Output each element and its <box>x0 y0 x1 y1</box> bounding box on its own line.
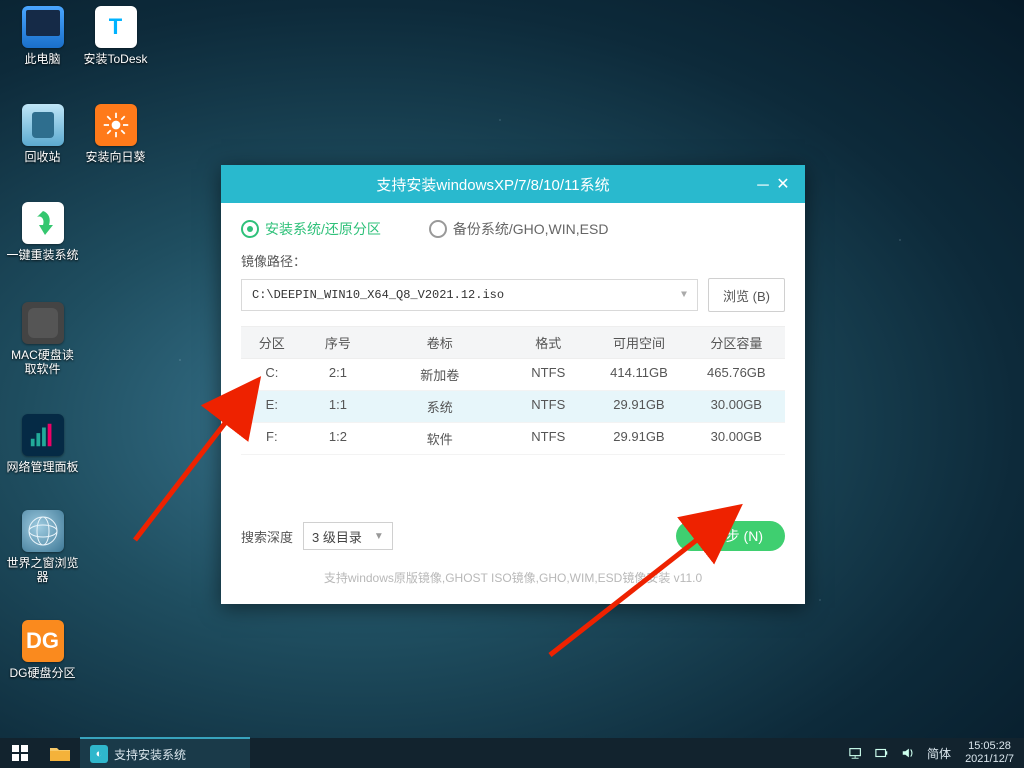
tray-ime-label[interactable]: 简体 <box>927 745 951 762</box>
search-depth-value: 3 级目录 <box>312 527 362 546</box>
tray-clock[interactable]: 15:05:28 2021/12/7 <box>963 740 1020 766</box>
tray-battery-icon[interactable] <box>875 746 889 760</box>
mode-backup-label: 备份系统/GHO,WIN,ESD <box>453 219 609 239</box>
recycle-bin-icon <box>22 104 64 146</box>
close-button[interactable]: ✕ <box>773 174 793 194</box>
table-cell: 软件 <box>373 423 506 454</box>
icon-label: 网络管理面板 <box>6 460 78 474</box>
table-cell: 2:1 <box>303 359 374 390</box>
chevron-down-icon: ▼ <box>374 531 384 542</box>
chevron-down-icon: ▼ <box>681 290 687 301</box>
table-cell: 465.76GB <box>688 359 785 390</box>
table-cell: NTFS <box>506 359 590 390</box>
minimize-button[interactable]: － <box>753 172 773 196</box>
table-cell: 新加卷 <box>373 359 506 390</box>
globe-icon <box>22 510 64 552</box>
file-explorer-button[interactable] <box>40 738 80 768</box>
th-free: 可用空间 <box>590 327 687 358</box>
start-button[interactable] <box>0 738 40 768</box>
taskbar: ◐ 支持安装系统 简体 15:05:28 2021/12/7 <box>0 738 1024 768</box>
table-cell: 29.91GB <box>590 423 687 454</box>
window-titlebar: 支持安装windowsXP/7/8/10/11系统 － ✕ <box>221 165 805 203</box>
desktop-icon-dg-partition[interactable]: DG DG硬盘分区 <box>5 620 80 680</box>
th-capacity: 分区容量 <box>688 327 785 358</box>
table-cell: 1:1 <box>303 391 374 422</box>
image-path-value: C:\DEEPIN_WIN10_X64_Q8_V2021.12.iso <box>252 288 504 302</box>
partition-table: 分区 序号 卷标 格式 可用空间 分区容量 C:2:1新加卷NTFS414.11… <box>241 326 785 507</box>
sunflower-icon <box>95 104 137 146</box>
desktop-icon-this-pc[interactable]: 此电脑 <box>5 6 80 66</box>
icon-label: 世界之窗浏览 器 <box>6 556 78 584</box>
desktop-icon-sunlogin[interactable]: 安装向日葵 <box>78 104 153 164</box>
search-depth-select[interactable]: 3 级目录 ▼ <box>303 522 393 550</box>
mode-install-radio[interactable]: 安装系统/还原分区 <box>241 219 381 239</box>
icon-label: DG硬盘分区 <box>9 666 75 680</box>
desktop-icon-mac-disk-reader[interactable]: MAC硬盘读 取软件 <box>5 302 80 376</box>
search-depth-label: 搜索深度 <box>241 527 293 546</box>
desktop-icon-world-window-browser[interactable]: 世界之窗浏览 器 <box>5 510 80 584</box>
taskbar-task-label: 支持安装系统 <box>114 746 186 763</box>
table-cell: 系统 <box>373 391 506 422</box>
image-path-dropdown[interactable]: C:\DEEPIN_WIN10_X64_Q8_V2021.12.iso ▼ <box>241 279 698 311</box>
icon-label: 一键重装系统 <box>6 248 78 262</box>
table-row[interactable]: C:2:1新加卷NTFS414.11GB465.76GB <box>241 359 785 391</box>
network-panel-icon <box>22 414 64 456</box>
radio-checked-icon <box>241 220 259 238</box>
apple-icon <box>22 302 64 344</box>
desktop-icon-todesk[interactable]: T 安装ToDesk <box>78 6 153 66</box>
diskgenius-icon: DG <box>22 620 64 662</box>
tray-network-icon[interactable] <box>849 746 863 760</box>
table-cell: 29.91GB <box>590 391 687 422</box>
desktop-icon-onekey-reinstall[interactable]: 一键重装系统 <box>5 202 80 262</box>
system-tray: 简体 15:05:28 2021/12/7 <box>843 738 1024 768</box>
th-volume: 卷标 <box>373 327 506 358</box>
table-cell: 414.11GB <box>590 359 687 390</box>
table-cell: NTFS <box>506 391 590 422</box>
computer-icon <box>22 6 64 48</box>
icon-label: 回收站 <box>24 150 60 164</box>
reinstall-icon <box>22 202 64 244</box>
table-cell: NTFS <box>506 423 590 454</box>
icon-label: 此电脑 <box>24 52 60 66</box>
icon-label: MAC硬盘读 取软件 <box>11 348 74 376</box>
th-partition: 分区 <box>241 327 303 358</box>
tray-date: 2021/12/7 <box>965 753 1014 766</box>
tray-volume-icon[interactable] <box>901 746 915 760</box>
support-footer-text: 支持windows原版镜像,GHOST ISO镜像,GHO,WIM,ESD镜像安… <box>221 559 805 604</box>
next-button[interactable]: 下一步 (N) <box>676 521 785 551</box>
radio-unchecked-icon <box>429 220 447 238</box>
th-index: 序号 <box>303 327 374 358</box>
mode-backup-radio[interactable]: 备份系统/GHO,WIN,ESD <box>429 219 609 239</box>
table-cell: E: <box>241 391 303 422</box>
browse-button[interactable]: 浏览 (B) <box>708 278 785 312</box>
th-format: 格式 <box>506 327 590 358</box>
mode-install-label: 安装系统/还原分区 <box>265 219 381 239</box>
table-cell: 1:2 <box>303 423 374 454</box>
installer-window: 支持安装windowsXP/7/8/10/11系统 － ✕ 安装系统/还原分区 … <box>221 165 805 604</box>
table-cell: C: <box>241 359 303 390</box>
icon-label: 安装向日葵 <box>85 150 145 164</box>
desktop-icon-network-panel[interactable]: 网络管理面板 <box>5 414 80 474</box>
table-cell: 30.00GB <box>688 391 785 422</box>
table-cell: F: <box>241 423 303 454</box>
taskbar-task-installer[interactable]: ◐ 支持安装系统 <box>80 737 250 768</box>
table-row[interactable]: E:1:1系统NTFS29.91GB30.00GB <box>241 391 785 423</box>
tray-time: 15:05:28 <box>968 740 1011 753</box>
icon-label: 安装ToDesk <box>83 52 147 66</box>
window-title: 支持安装windowsXP/7/8/10/11系统 <box>233 174 753 195</box>
todesk-icon: T <box>95 6 137 48</box>
desktop-icon-recycle-bin[interactable]: 回收站 <box>5 104 80 164</box>
installer-task-icon: ◐ <box>90 745 108 763</box>
image-path-label: 镜像路径： <box>221 245 805 278</box>
table-row[interactable]: F:1:2软件NTFS29.91GB30.00GB <box>241 423 785 455</box>
table-cell: 30.00GB <box>688 423 785 454</box>
table-header: 分区 序号 卷标 格式 可用空间 分区容量 <box>241 326 785 359</box>
